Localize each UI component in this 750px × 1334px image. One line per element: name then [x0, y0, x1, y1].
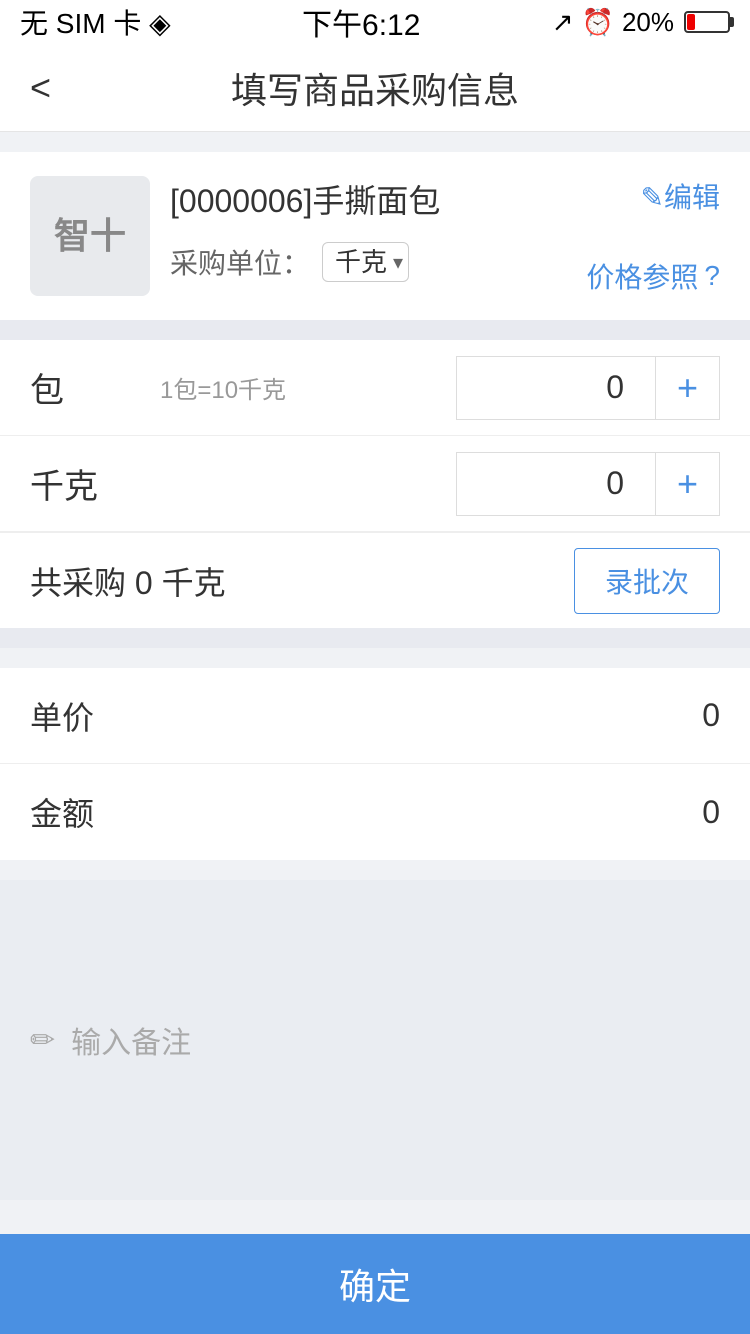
battery-percent: 20% [622, 7, 674, 38]
qty-input-wrapper-pack: + [456, 356, 720, 420]
product-image: 智十 [30, 176, 150, 296]
status-right: ↗ ⏰ 20% [552, 7, 730, 38]
batch-button[interactable]: 录批次 [574, 548, 720, 614]
qty-label-pack: 包 [30, 363, 150, 412]
pencil-icon: ✏ [30, 1023, 55, 1058]
qty-sublabel-pack: 1包=10千克 [160, 370, 286, 405]
price-row-unit: 单价 0 [0, 668, 750, 764]
back-button[interactable]: < [30, 67, 51, 109]
price-section: 单价 0 金额 0 [0, 668, 750, 860]
status-left: 无 SIM 卡 ◈ [20, 2, 171, 42]
total-row: 共采购 0 千克 录批次 [0, 532, 750, 628]
qty-row-kg: 千克 + [0, 436, 750, 532]
nav-bar: < 填写商品采购信息 [0, 44, 750, 132]
note-section[interactable]: ✏ 输入备注 [0, 880, 750, 1200]
edit-link[interactable]: ✎编辑 [641, 176, 720, 216]
price-ref-button[interactable]: 价格参照 ? [586, 256, 720, 296]
section-divider-2 [0, 628, 750, 648]
note-placeholder: 输入备注 [71, 1018, 191, 1062]
product-logo: 智十 [54, 218, 126, 254]
page-title: 填写商品采购信息 [231, 62, 519, 114]
price-ref-label: 价格参照 [586, 256, 698, 296]
qty-input-kg[interactable] [456, 452, 656, 516]
help-icon: ? [704, 260, 720, 292]
price-amount-label: 金额 [30, 789, 94, 835]
price-amount-value: 0 [702, 794, 720, 831]
qty-label-kg: 千克 [30, 459, 150, 508]
sim-label: 无 SIM 卡 ◈ [20, 2, 171, 42]
status-bar: 无 SIM 卡 ◈ 下午6:12 ↗ ⏰ 20% [0, 0, 750, 44]
price-unit-value: 0 [702, 697, 720, 734]
navigation-icon: ↗ [552, 7, 574, 38]
qty-input-pack[interactable] [456, 356, 656, 420]
price-unit-label: 单价 [30, 693, 94, 739]
qty-plus-kg[interactable]: + [656, 452, 720, 516]
section-divider-1 [0, 320, 750, 340]
qty-row-pack: 包 1包=10千克 + [0, 340, 750, 436]
qty-plus-pack[interactable]: + [656, 356, 720, 420]
unit-select[interactable]: 千克 包 [322, 242, 409, 282]
unit-select-wrapper[interactable]: 千克 包 [322, 242, 409, 282]
price-row-amount: 金额 0 [0, 764, 750, 860]
qty-input-wrapper-kg: + [456, 452, 720, 516]
quantity-section: 包 1包=10千克 + 千克 + [0, 340, 750, 532]
confirm-bar[interactable]: 确定 [0, 1234, 750, 1334]
confirm-label: 确定 [339, 1258, 411, 1310]
unit-label: 采购单位： [170, 242, 310, 282]
total-label: 共采购 0 千克 [30, 558, 226, 604]
alarm-icon: ⏰ [582, 7, 614, 38]
status-time: 下午6:12 [302, 0, 420, 44]
product-name: [0000006]手撕面包 [170, 176, 720, 222]
battery-icon [684, 11, 730, 33]
product-card: 智十 [0000006]手撕面包 采购单位： 千克 包 ✎编辑 价格参照 ? [0, 152, 750, 320]
